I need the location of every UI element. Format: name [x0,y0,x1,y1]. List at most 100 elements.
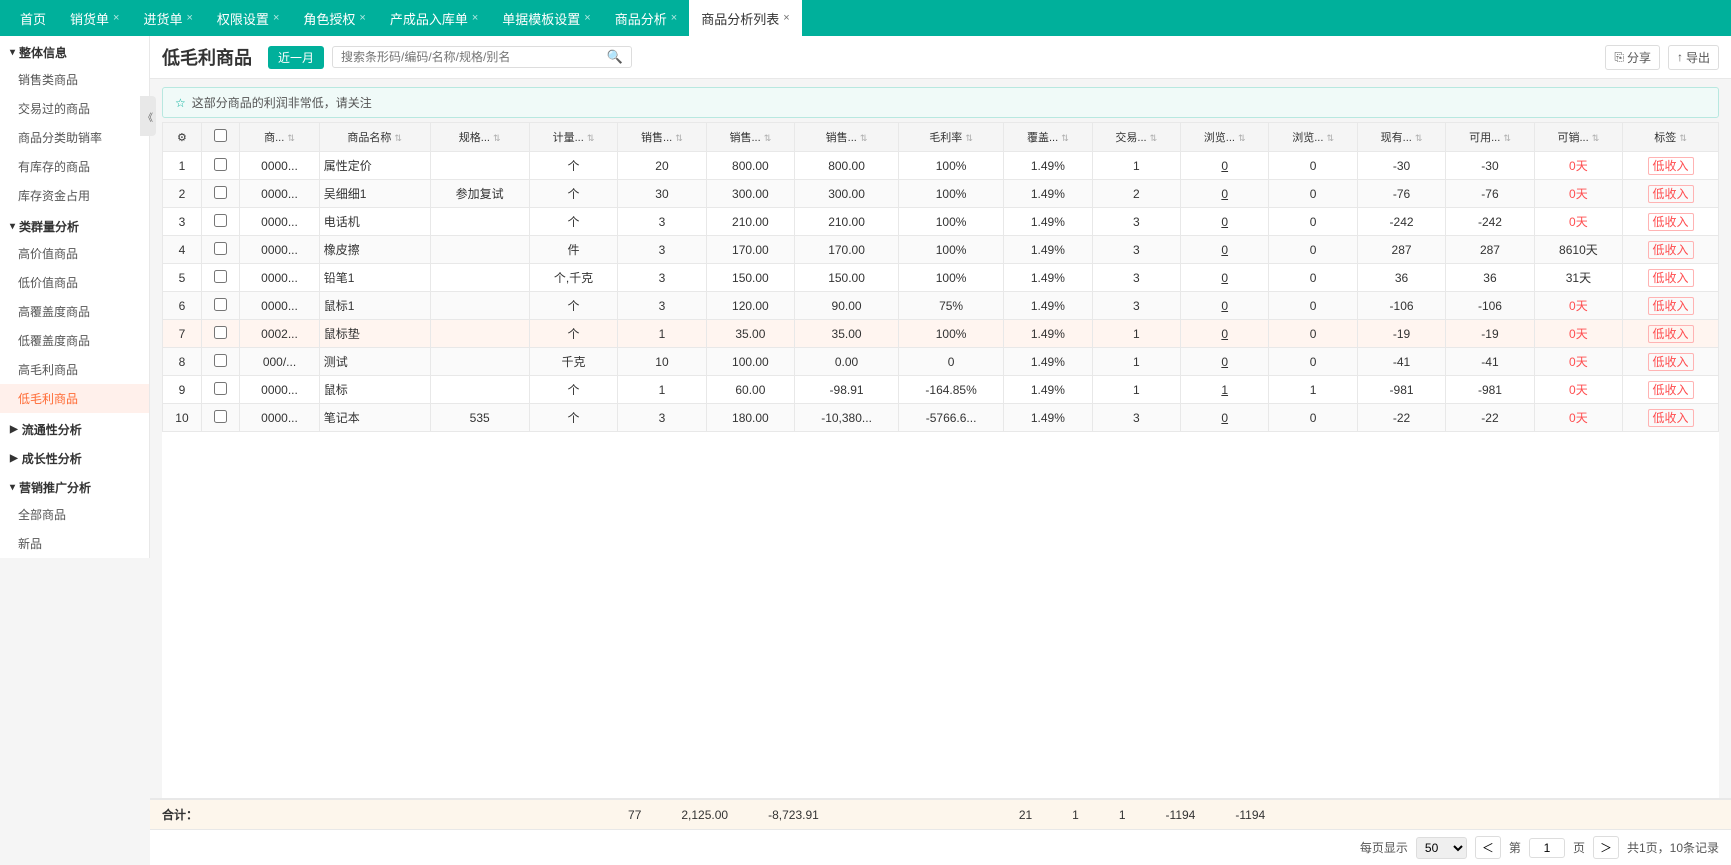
sidebar-item-stock-products[interactable]: 有库存的商品 [0,152,149,181]
row-name: 鼠标 [319,376,430,404]
sidebar-item-low-margin[interactable]: 低毛利商品 [0,384,149,413]
row-check[interactable] [214,298,227,311]
col-check[interactable] [201,123,239,152]
search-icon[interactable]: 🔍 [607,49,623,65]
sidebar-section-cluster[interactable]: ▾ 类群量分析 [0,210,149,239]
sidebar-item-high-value[interactable]: 高价值商品 [0,239,149,268]
row-check[interactable] [214,410,227,423]
select-all-checkbox[interactable] [214,129,227,142]
row-view1[interactable]: 0 [1181,264,1269,292]
page-number-input[interactable] [1529,838,1565,858]
page-size-select[interactable]: 50 100 200 [1416,837,1467,859]
row-check[interactable] [214,326,227,339]
row-checkbox[interactable] [201,292,239,320]
nav-product-analysis[interactable]: 商品分析 × [603,0,689,36]
row-checkbox[interactable] [201,320,239,348]
col-sales-profit[interactable]: 销售... ⇅ [795,123,899,152]
row-checkbox[interactable] [201,404,239,432]
sidebar-item-category-rate[interactable]: 商品分类助销率 [0,123,149,152]
sidebar-section-marketing[interactable]: ▾ 营销推广分析 [0,471,149,500]
nav-sales-order[interactable]: 销货单 × [58,0,131,36]
nav-template-setting-close[interactable]: × [584,12,590,24]
row-checkbox[interactable] [201,152,239,180]
row-check[interactable] [214,214,227,227]
nav-permission-setting[interactable]: 权限设置 × [205,0,291,36]
col-coverage[interactable]: 覆盖... ⇅ [1004,123,1092,152]
row-tag: 低收入 [1623,348,1719,376]
row-check[interactable] [214,158,227,171]
nav-template-setting[interactable]: 单据模板设置 × [490,0,602,36]
row-check[interactable] [214,242,227,255]
nav-product-entry[interactable]: 产成品入库单 × [378,0,490,36]
col-unit[interactable]: 计量... ⇅ [529,123,617,152]
row-check[interactable] [214,186,227,199]
sidebar-section-growth[interactable]: ▶ 成长性分析 [0,442,149,471]
row-check[interactable] [214,354,227,367]
col-available[interactable]: 可用... ⇅ [1446,123,1534,152]
share-button[interactable]: ⎘ 分享 [1605,45,1660,70]
col-view2[interactable]: 浏览... ⇅ [1269,123,1357,152]
col-view1[interactable]: 浏览... ⇅ [1181,123,1269,152]
sidebar-item-new-products[interactable]: 新品 [0,529,149,558]
col-trade[interactable]: 交易... ⇅ [1092,123,1180,152]
row-view1[interactable]: 0 [1181,404,1269,432]
row-view1[interactable]: 0 [1181,236,1269,264]
sidebar-item-high-coverage[interactable]: 高覆盖度商品 [0,297,149,326]
row-checkbox[interactable] [201,208,239,236]
row-view1[interactable]: 0 [1181,180,1269,208]
search-input[interactable] [341,50,607,64]
nav-product-analysis-list[interactable]: 商品分析列表 × [689,0,801,36]
row-view1[interactable]: 1 [1181,376,1269,404]
row-tag: 低收入 [1623,236,1719,264]
row-view1[interactable]: 0 [1181,348,1269,376]
row-checkbox[interactable] [201,376,239,404]
row-check[interactable] [214,270,227,283]
col-sellable[interactable]: 可销... ⇅ [1534,123,1622,152]
total-view1: 1 [1072,808,1079,822]
sidebar-item-high-margin[interactable]: 高毛利商品 [0,355,149,384]
nav-permission-setting-close[interactable]: × [273,12,279,24]
col-name[interactable]: 商品名称 ⇅ [319,123,430,152]
nav-product-analysis-close[interactable]: × [671,12,677,24]
sidebar-section-overall[interactable]: ▾ 整体信息 [0,36,149,65]
col-code[interactable]: 商... ⇅ [240,123,320,152]
sidebar-item-sales-products[interactable]: 销售类商品 [0,65,149,94]
col-current[interactable]: 现有... ⇅ [1357,123,1445,152]
row-checkbox[interactable] [201,264,239,292]
nav-purchase-order-close[interactable]: × [186,12,192,24]
date-filter-button[interactable]: 近一月 [268,46,324,69]
row-view1[interactable]: 0 [1181,208,1269,236]
table-row: 9 0000... 鼠标 个 1 60.00 -98.91 -164.85% 1… [163,376,1719,404]
col-sales-qty[interactable]: 销售... ⇅ [618,123,706,152]
sidebar-item-traded-products[interactable]: 交易过的商品 [0,94,149,123]
row-view1[interactable]: 0 [1181,320,1269,348]
arrow-icon: ▾ [10,47,15,58]
col-gross-rate[interactable]: 毛利率 ⇅ [899,123,1004,152]
nav-role-auth[interactable]: 角色授权 × [291,0,377,36]
col-tag[interactable]: 标签 ⇅ [1623,123,1719,152]
sidebar-item-low-coverage[interactable]: 低覆盖度商品 [0,326,149,355]
col-spec[interactable]: 规格... ⇅ [430,123,529,152]
sidebar-item-stock-capital[interactable]: 库存资金占用 [0,181,149,210]
export-button[interactable]: ↑ 导出 [1668,45,1719,70]
nav-product-entry-close[interactable]: × [472,12,478,24]
row-checkbox[interactable] [201,348,239,376]
col-sales-price[interactable]: 销售... ⇅ [706,123,794,152]
sidebar-item-low-value[interactable]: 低价值商品 [0,268,149,297]
nav-product-analysis-list-close[interactable]: × [783,12,789,24]
next-page-button[interactable]: ＞ [1593,836,1619,859]
nav-role-auth-close[interactable]: × [359,12,365,24]
sidebar-collapse-button[interactable]: 《 [140,96,156,136]
nav-sales-order-close[interactable]: × [113,12,119,24]
row-view1[interactable]: 0 [1181,152,1269,180]
prev-page-button[interactable]: ＜ [1475,836,1501,859]
col-settings[interactable]: ⚙ [163,123,202,152]
row-check[interactable] [214,382,227,395]
nav-home[interactable]: 首页 [8,0,58,36]
sidebar-section-circulation[interactable]: ▶ 流通性分析 [0,413,149,442]
row-view1[interactable]: 0 [1181,292,1269,320]
nav-purchase-order[interactable]: 进货单 × [131,0,204,36]
row-checkbox[interactable] [201,236,239,264]
sidebar-item-all-products[interactable]: 全部商品 [0,500,149,529]
row-checkbox[interactable] [201,180,239,208]
